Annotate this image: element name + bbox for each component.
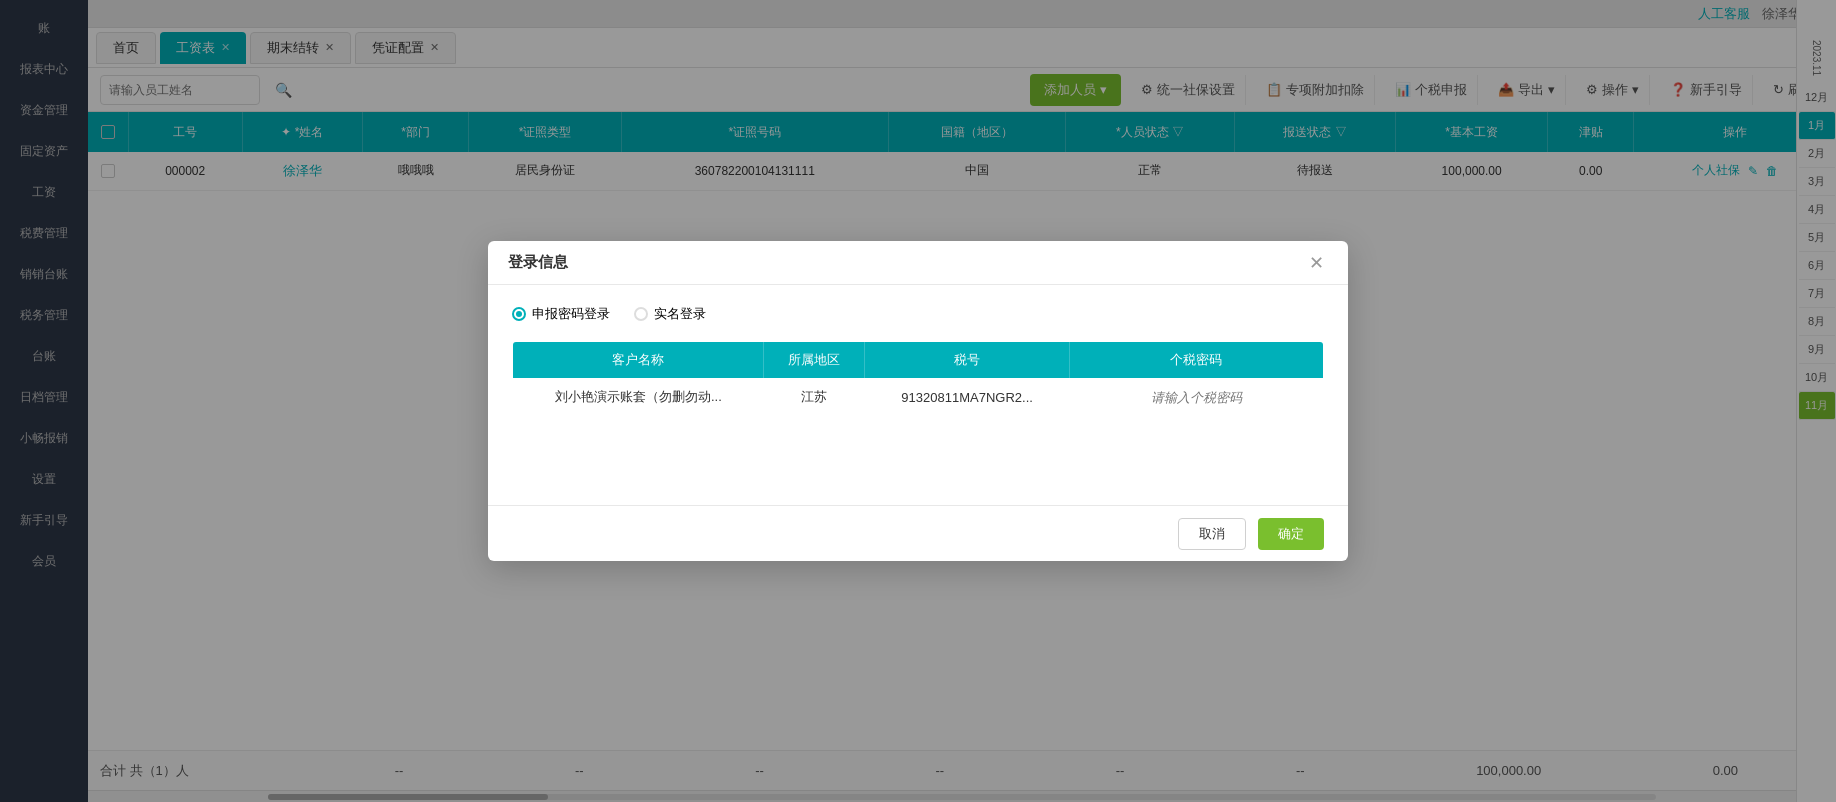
radio-password-login[interactable]: 申报密码登录 — [512, 305, 610, 323]
dialog-body: 申报密码登录 实名登录 客户名称 所属地区 税号 个税密码 — [488, 285, 1348, 505]
client-password-cell — [1069, 378, 1323, 418]
dialog-close-button[interactable]: ✕ — [1304, 251, 1328, 275]
col-client-name: 客户名称 — [513, 342, 764, 378]
dialog-title: 登录信息 — [508, 253, 568, 272]
login-type-radio-group: 申报密码登录 实名登录 — [512, 305, 1324, 323]
dialog-footer: 取消 确定 — [488, 505, 1348, 561]
client-row: 刘小艳演示账套（勿删勿动... 江苏 91320811MA7NGR2... — [513, 378, 1324, 418]
radio-realname-label: 实名登录 — [654, 305, 706, 323]
dialog-header: 登录信息 ✕ — [488, 241, 1348, 285]
modal-overlay: 登录信息 ✕ 申报密码登录 实名登录 客户名称 — [0, 0, 1836, 802]
col-tax-password: 个税密码 — [1069, 342, 1323, 378]
confirm-button[interactable]: 确定 — [1258, 518, 1324, 550]
login-dialog: 登录信息 ✕ 申报密码登录 实名登录 客户名称 — [488, 241, 1348, 561]
tax-password-input[interactable] — [1081, 390, 1311, 405]
radio-realname-login[interactable]: 实名登录 — [634, 305, 706, 323]
col-region: 所属地区 — [764, 342, 865, 378]
client-taxno-cell: 91320811MA7NGR2... — [865, 378, 1069, 418]
radio-password-dot — [512, 307, 526, 321]
client-name-cell: 刘小艳演示账套（勿删勿动... — [513, 378, 764, 418]
client-region-cell: 江苏 — [764, 378, 865, 418]
radio-password-label: 申报密码登录 — [532, 305, 610, 323]
client-table: 客户名称 所属地区 税号 个税密码 刘小艳演示账套（勿删勿动... 江苏 913… — [512, 341, 1324, 418]
radio-realname-dot — [634, 307, 648, 321]
col-tax-no: 税号 — [865, 342, 1069, 378]
cancel-button[interactable]: 取消 — [1178, 518, 1246, 550]
